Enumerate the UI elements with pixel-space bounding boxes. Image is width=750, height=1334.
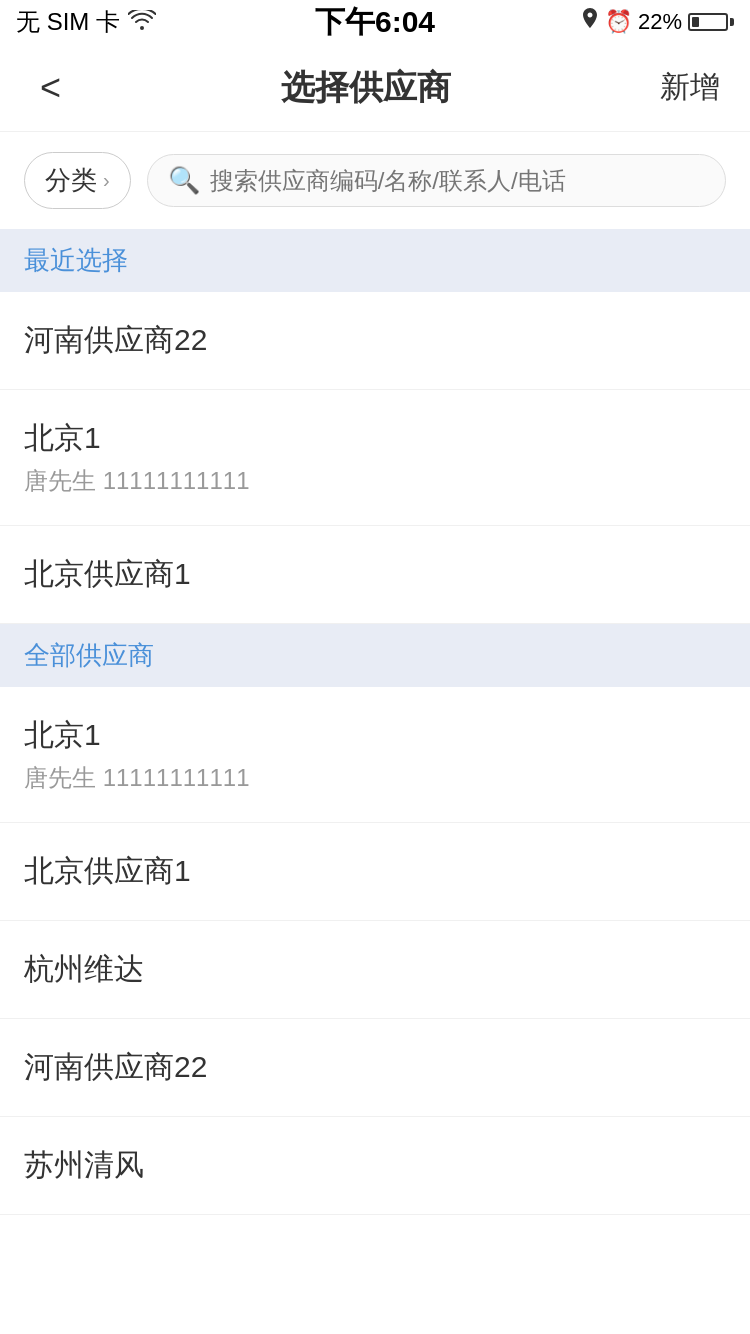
item-name: 河南供应商22: [24, 320, 726, 361]
recent-list: 河南供应商22 北京1 唐先生 11111111111 北京供应商1: [0, 292, 750, 624]
back-button[interactable]: <: [30, 57, 71, 119]
search-icon: 🔍: [168, 165, 200, 196]
all-section-label: 全部供应商: [24, 640, 154, 670]
chevron-right-icon: ›: [103, 169, 110, 192]
item-sub: 唐先生 11111111111: [24, 465, 726, 497]
item-name: 河南供应商22: [24, 1047, 726, 1088]
list-item[interactable]: 杭州维达: [0, 921, 750, 1019]
item-name: 北京供应商1: [24, 851, 726, 892]
list-item[interactable]: 河南供应商22: [0, 292, 750, 390]
item-name: 杭州维达: [24, 949, 726, 990]
status-bar: 无 SIM 卡 下午6:04 ⏰ 22%: [0, 0, 750, 44]
all-list: 北京1 唐先生 11111111111 北京供应商1 杭州维达河南供应商22 苏州清风: [0, 687, 750, 1215]
list-item[interactable]: 河南供应商22: [0, 1019, 750, 1117]
recent-section-label: 最近选择: [24, 245, 128, 275]
alarm-icon: ⏰: [605, 9, 632, 35]
battery-icon: [688, 13, 734, 31]
status-right: ⏰ 22%: [581, 8, 734, 36]
location-icon: [581, 8, 599, 36]
page-title: 选择供应商: [281, 65, 451, 111]
status-time: 下午6:04: [315, 2, 435, 43]
add-button[interactable]: 新增: [660, 67, 720, 108]
search-box: 🔍: [147, 154, 726, 207]
item-name: 北京1: [24, 715, 726, 756]
no-sim-text: 无 SIM 卡: [16, 6, 120, 38]
battery-text: 22%: [638, 9, 682, 35]
item-name: 苏州清风: [24, 1145, 726, 1186]
filter-bar: 分类 › 🔍: [0, 132, 750, 229]
list-item[interactable]: 北京供应商1: [0, 823, 750, 921]
status-left: 无 SIM 卡: [16, 6, 156, 38]
list-item[interactable]: 北京1 唐先生 11111111111: [0, 687, 750, 823]
all-section-header: 全部供应商: [0, 624, 750, 687]
category-button[interactable]: 分类 ›: [24, 152, 131, 209]
list-item[interactable]: 北京1 唐先生 11111111111: [0, 390, 750, 526]
item-sub: 唐先生 11111111111: [24, 762, 726, 794]
list-item[interactable]: 苏州清风: [0, 1117, 750, 1215]
wifi-icon: [128, 8, 156, 36]
recent-section-header: 最近选择: [0, 229, 750, 292]
search-input[interactable]: [210, 167, 705, 195]
category-label: 分类: [45, 163, 97, 198]
item-name: 北京1: [24, 418, 726, 459]
list-item[interactable]: 北京供应商1: [0, 526, 750, 624]
item-name: 北京供应商1: [24, 554, 726, 595]
nav-bar: < 选择供应商 新增: [0, 44, 750, 132]
